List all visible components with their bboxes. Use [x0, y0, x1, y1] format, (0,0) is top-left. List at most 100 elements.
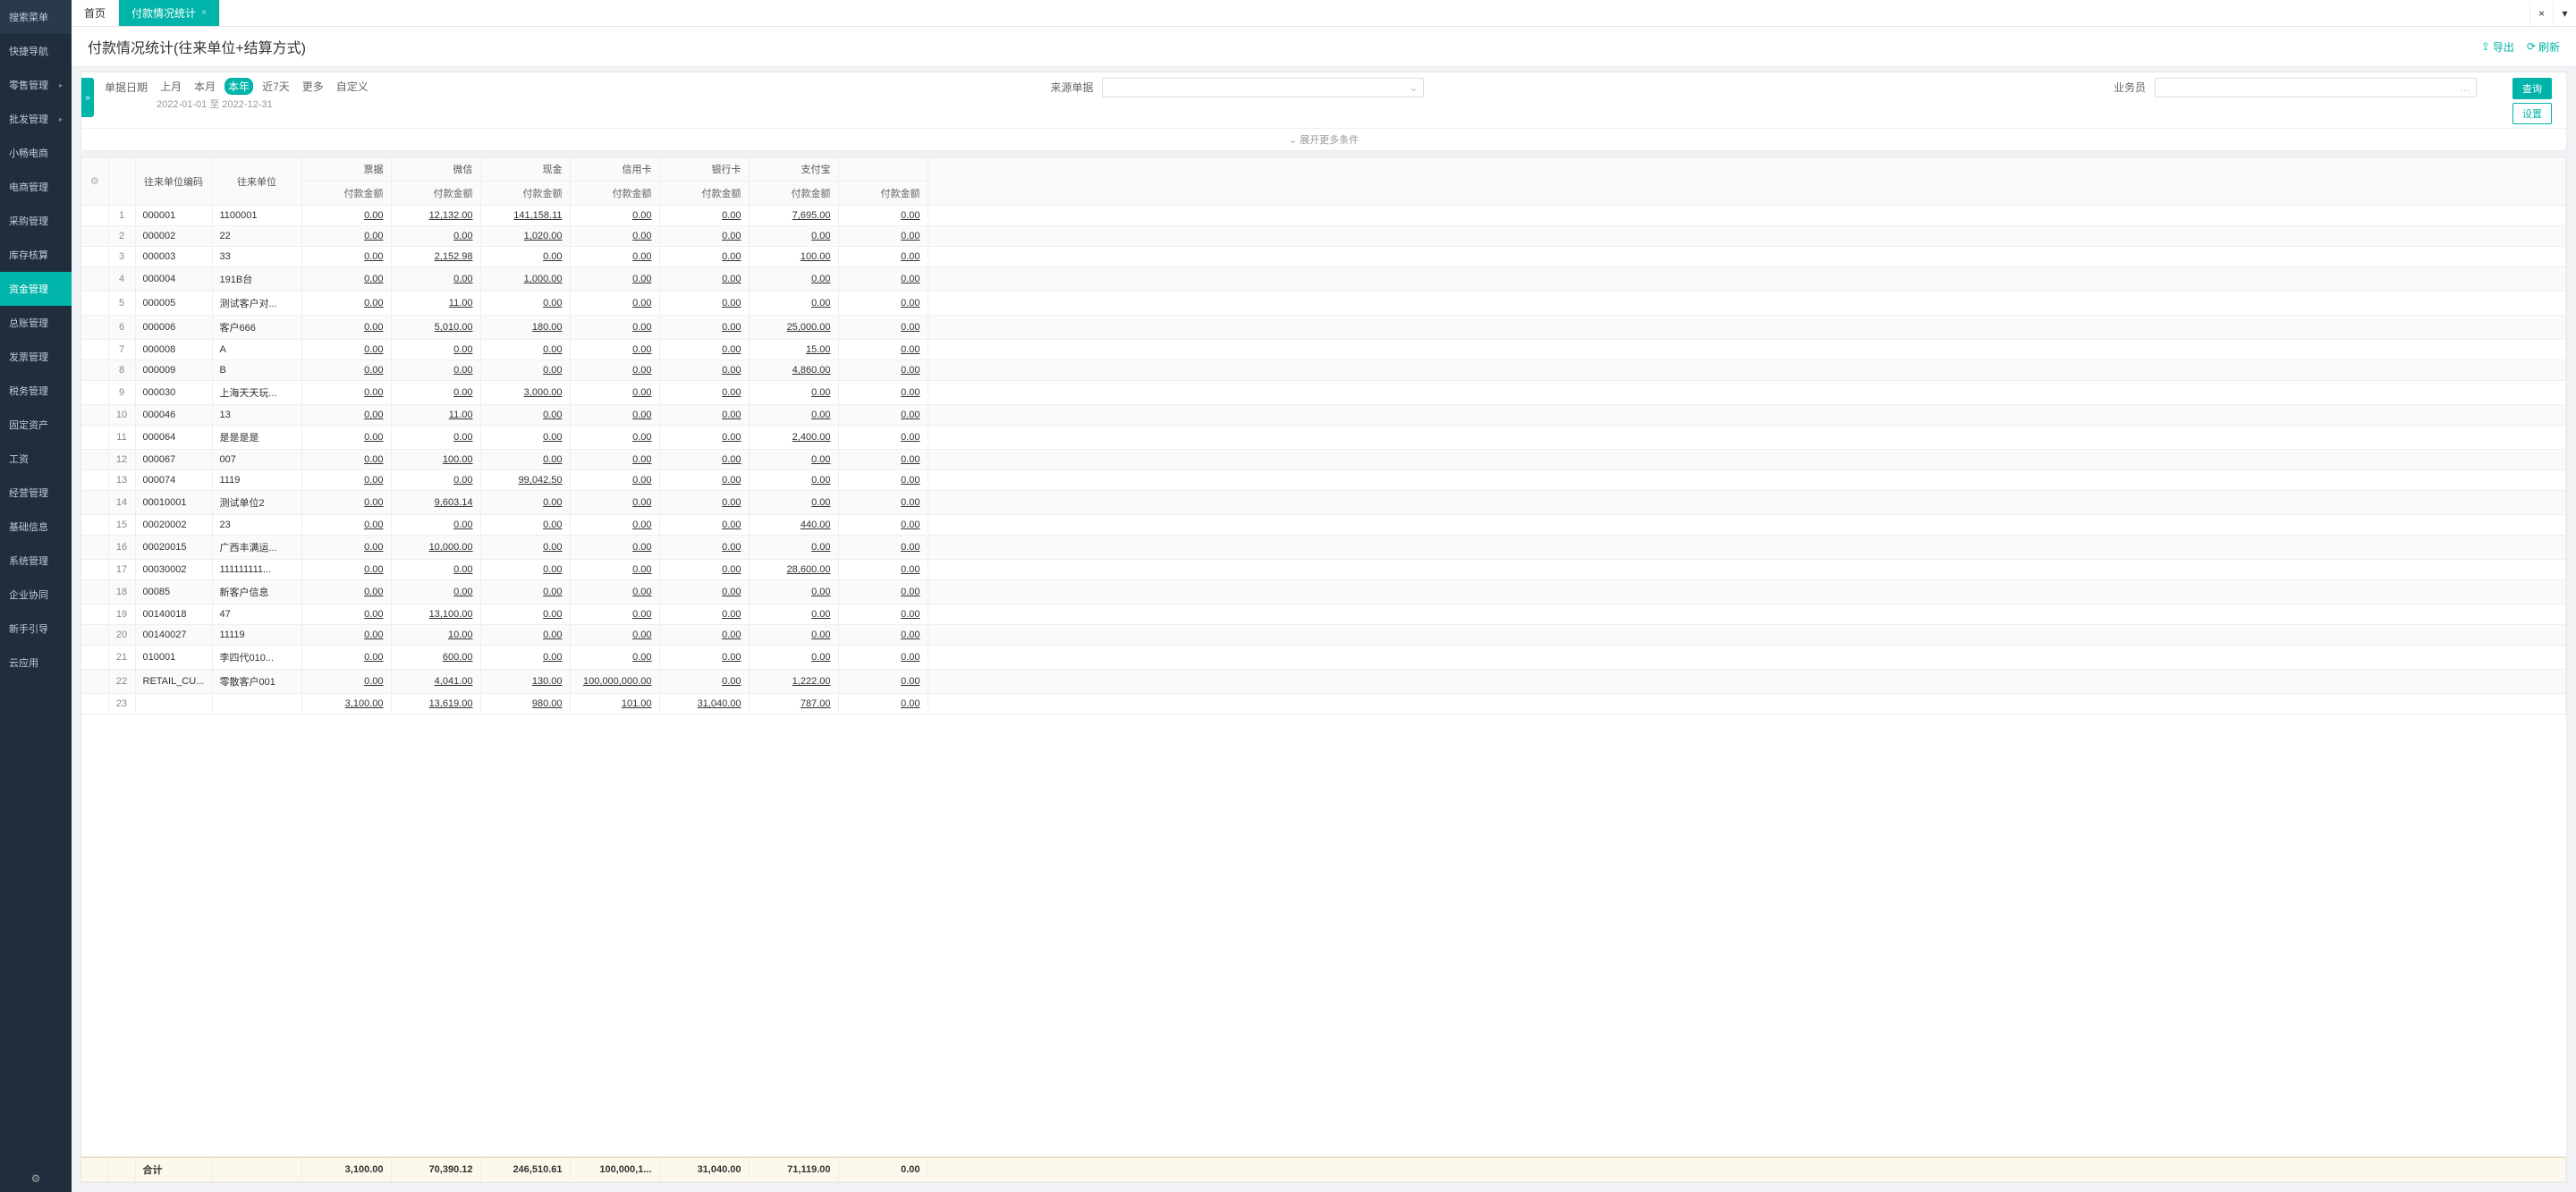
- cell[interactable]: 0.00: [838, 491, 928, 515]
- amount-link[interactable]: 0.00: [453, 365, 472, 376]
- amount-link[interactable]: 100,000,000.00: [583, 676, 651, 687]
- amount-link[interactable]: 0.00: [722, 344, 741, 355]
- cell[interactable]: 180.00: [480, 316, 570, 340]
- cell[interactable]: 0.00: [391, 426, 480, 450]
- cell[interactable]: 0.00: [301, 670, 391, 694]
- cell[interactable]: 0.00: [301, 267, 391, 292]
- table-row[interactable]: 3000003330.002,152.980.000.000.00100.000…: [81, 247, 2566, 267]
- amount-link[interactable]: 0.00: [364, 587, 383, 597]
- source-select[interactable]: ⌄: [1102, 78, 1424, 97]
- cell[interactable]: 0.00: [480, 604, 570, 625]
- cell[interactable]: 0.00: [659, 625, 749, 646]
- table-row[interactable]: 5000005测试客户对...0.0011.000.000.000.000.00…: [81, 292, 2566, 316]
- amount-link[interactable]: 0.00: [632, 609, 651, 620]
- cell[interactable]: 11.00: [391, 292, 480, 316]
- tab-more[interactable]: ▾: [2553, 2, 2576, 25]
- amount-link[interactable]: 0.00: [453, 274, 472, 284]
- cell[interactable]: 0.00: [838, 560, 928, 580]
- amount-link[interactable]: 10.00: [448, 630, 473, 640]
- amount-link[interactable]: 0.00: [811, 298, 830, 309]
- cell[interactable]: 0.00: [301, 316, 391, 340]
- amount-link[interactable]: 0.00: [901, 520, 919, 530]
- cell[interactable]: 0.00: [838, 646, 928, 670]
- amount-link[interactable]: 12,132.00: [429, 210, 473, 221]
- amount-link[interactable]: 0.00: [901, 210, 919, 221]
- cell[interactable]: 0.00: [838, 426, 928, 450]
- amount-link[interactable]: 0.00: [722, 210, 741, 221]
- amount-link[interactable]: 3,000.00: [524, 387, 563, 398]
- amount-link[interactable]: 0.00: [543, 432, 562, 443]
- cell[interactable]: 0.00: [659, 470, 749, 491]
- amount-link[interactable]: 0.00: [632, 630, 651, 640]
- amount-link[interactable]: 0.00: [543, 298, 562, 309]
- table-row[interactable]: 100000111000010.0012,132.00141,158.110.0…: [81, 206, 2566, 226]
- amount-link[interactable]: 25,000.00: [787, 322, 831, 333]
- cell[interactable]: 0.00: [570, 340, 659, 360]
- table-row[interactable]: 1600020015广西丰满运...0.0010,000.000.000.000…: [81, 536, 2566, 560]
- cell[interactable]: 25,000.00: [749, 316, 838, 340]
- amount-link[interactable]: 0.00: [632, 344, 651, 355]
- amount-link[interactable]: 0.00: [632, 298, 651, 309]
- amount-link[interactable]: 180.00: [532, 322, 563, 333]
- cell[interactable]: 0.00: [301, 450, 391, 470]
- amount-link[interactable]: 0.00: [722, 542, 741, 553]
- cell[interactable]: 0.00: [838, 226, 928, 247]
- amount-link[interactable]: 0.00: [453, 231, 472, 241]
- amount-link[interactable]: 0.00: [364, 410, 383, 420]
- cell[interactable]: 0.00: [659, 536, 749, 560]
- cell[interactable]: 0.00: [570, 560, 659, 580]
- cell[interactable]: 0.00: [659, 670, 749, 694]
- amount-link[interactable]: 0.00: [811, 410, 830, 420]
- amount-link[interactable]: 0.00: [543, 652, 562, 663]
- amount-link[interactable]: 0.00: [632, 587, 651, 597]
- cell[interactable]: 0.00: [391, 470, 480, 491]
- amount-link[interactable]: 0.00: [364, 251, 383, 262]
- cell[interactable]: 0.00: [838, 580, 928, 604]
- table-row[interactable]: 1700030002111111111...0.000.000.000.000.…: [81, 560, 2566, 580]
- cell[interactable]: 0.00: [480, 536, 570, 560]
- cell[interactable]: 600.00: [391, 646, 480, 670]
- cell[interactable]: 0.00: [301, 604, 391, 625]
- amount-link[interactable]: 0.00: [722, 231, 741, 241]
- amount-link[interactable]: 0.00: [632, 564, 651, 575]
- cell[interactable]: 3,000.00: [480, 381, 570, 405]
- sidebar-item-6[interactable]: 采购管理: [0, 204, 72, 238]
- sidebar-item-7[interactable]: 库存核算: [0, 238, 72, 272]
- cell[interactable]: 787.00: [749, 694, 838, 714]
- cell[interactable]: 0.00: [301, 381, 391, 405]
- cell[interactable]: 2,152.98: [391, 247, 480, 267]
- cell[interactable]: 0.00: [480, 491, 570, 515]
- amount-link[interactable]: 99,042.50: [519, 475, 563, 486]
- amount-link[interactable]: 11.00: [449, 410, 473, 420]
- sidebar-item-15[interactable]: 基础信息: [0, 510, 72, 544]
- cell[interactable]: 0.00: [659, 292, 749, 316]
- table-row[interactable]: 1500020002230.000.000.000.000.00440.000.…: [81, 515, 2566, 536]
- amount-link[interactable]: 0.00: [632, 652, 651, 663]
- table-row[interactable]: 7000008A0.000.000.000.000.0015.000.00: [81, 340, 2566, 360]
- cell[interactable]: 0.00: [659, 450, 749, 470]
- cell[interactable]: 0.00: [749, 267, 838, 292]
- sidebar-item-18[interactable]: 新手引导: [0, 612, 72, 646]
- cell[interactable]: 0.00: [570, 247, 659, 267]
- cell[interactable]: 0.00: [480, 560, 570, 580]
- cell[interactable]: 0.00: [659, 491, 749, 515]
- cell[interactable]: 100,000,000.00: [570, 670, 659, 694]
- cell[interactable]: 0.00: [749, 226, 838, 247]
- cell[interactable]: 0.00: [570, 426, 659, 450]
- table-row[interactable]: 21010001李四代010...0.00600.000.000.000.000…: [81, 646, 2566, 670]
- cell[interactable]: 0.00: [391, 267, 480, 292]
- amount-link[interactable]: 2,152.98: [435, 251, 473, 262]
- cell[interactable]: 0.00: [838, 340, 928, 360]
- table-row[interactable]: 233,100.0013,619.00980.00101.0031,040.00…: [81, 694, 2566, 714]
- cell[interactable]: 15.00: [749, 340, 838, 360]
- sidebar-item-2[interactable]: 零售管理▸: [0, 68, 72, 102]
- cell[interactable]: 0.00: [749, 536, 838, 560]
- cell[interactable]: 0.00: [749, 450, 838, 470]
- cell[interactable]: 13,619.00: [391, 694, 480, 714]
- cell[interactable]: 0.00: [838, 360, 928, 381]
- amount-link[interactable]: 0.00: [364, 231, 383, 241]
- cell[interactable]: 0.00: [570, 604, 659, 625]
- cell[interactable]: 0.00: [570, 292, 659, 316]
- amount-link[interactable]: 0.00: [543, 564, 562, 575]
- export-button[interactable]: ⇪ 导出: [2481, 39, 2514, 55]
